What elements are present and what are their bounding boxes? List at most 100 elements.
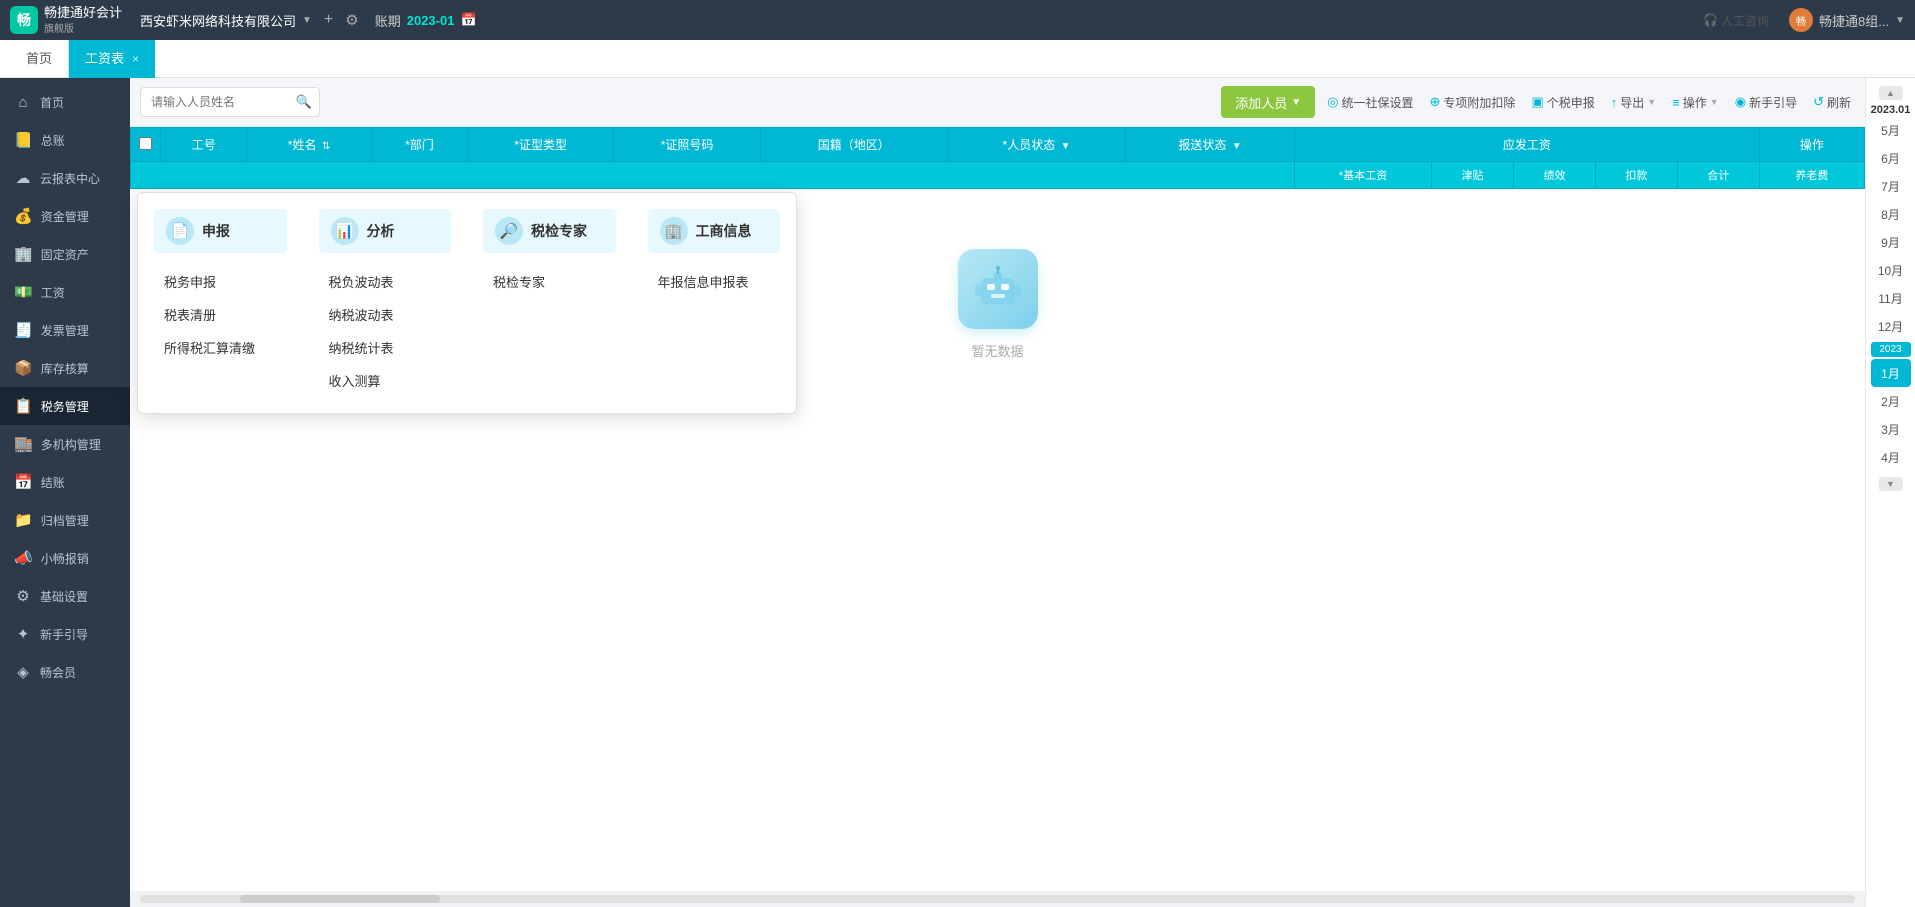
th-report-status[interactable]: 报送状态 ▼ [1126, 128, 1295, 162]
sidebar-item-salary[interactable]: 💵 工资 [0, 273, 130, 311]
tab-close-icon[interactable]: × [132, 40, 139, 78]
business-info-header-icon: 🏢 [660, 217, 688, 245]
add-person-label: 添加人员 [1235, 93, 1287, 112]
calendar-down-arrow[interactable]: ▼ [1879, 477, 1903, 491]
sidebar-item-multiorg[interactable]: 🏬 多机构管理 [0, 425, 130, 463]
popup-header-analysis: 📊 分析 [319, 209, 452, 253]
settings-icon[interactable]: ⚙ [345, 11, 358, 29]
th-checkbox[interactable] [131, 128, 161, 162]
th-name[interactable]: *姓名 ⇅ [247, 128, 372, 162]
company-selector[interactable]: 西安虾米网络科技有限公司 ▼ [140, 11, 312, 30]
tax-return-label: 个税申报 [1547, 94, 1595, 111]
sidebar-item-guide[interactable]: ✦ 新手引导 [0, 615, 130, 653]
sidebar-item-inventory[interactable]: 📦 库存核算 [0, 349, 130, 387]
month-2[interactable]: 2月 [1871, 387, 1911, 415]
filter-status-icon[interactable]: ▼ [1061, 141, 1071, 152]
sidebar-item-invoice[interactable]: 🧾 发票管理 [0, 311, 130, 349]
popup-item-tax-expert[interactable]: 税检专家 [483, 265, 616, 298]
popup-item-tax-payment-fluctuation[interactable]: 纳税波动表 [319, 298, 452, 331]
popup-item-tax-stats[interactable]: 纳税统计表 [319, 331, 452, 364]
month-4[interactable]: 4月 [1871, 443, 1911, 471]
search-wrap: 🔍 [140, 87, 320, 117]
sidebar-label-settings: 基础设置 [40, 588, 88, 605]
company-dropdown-arrow[interactable]: ▼ [302, 15, 312, 26]
month-9[interactable]: 9月 [1871, 228, 1911, 256]
action-operation[interactable]: ≡ 操作 ▼ [1668, 94, 1723, 111]
month-1[interactable]: 1月 [1871, 359, 1911, 387]
sidebar-item-member[interactable]: ◈ 畅会员 [0, 653, 130, 691]
tab-salary[interactable]: 工资表 × [69, 40, 155, 78]
add-person-button[interactable]: 添加人员 ▼ [1221, 86, 1315, 118]
month-3[interactable]: 3月 [1871, 415, 1911, 443]
user-dropdown-arrow[interactable]: ▼ [1895, 15, 1905, 26]
popup-header-business-info: 🏢 工商信息 [648, 209, 781, 253]
popup-item-income-estimate[interactable]: 收入测算 [319, 364, 452, 397]
scrollbar-track[interactable] [140, 895, 1855, 903]
export-arrow[interactable]: ▼ [1647, 97, 1656, 107]
popup-item-income-tax-settlement[interactable]: 所得税汇算清缴 [154, 331, 287, 364]
period-label: 账期 [375, 11, 401, 30]
sidebar-item-tax[interactable]: 📋 税务管理 [0, 387, 130, 425]
th-base-salary: *基本工资 [1294, 162, 1431, 189]
action-export[interactable]: ↑ 导出 ▼ [1607, 94, 1660, 111]
month-12[interactable]: 12月 [1871, 312, 1911, 340]
prev-year-label: 2023.01 [1871, 104, 1911, 116]
sidebar-item-close[interactable]: 📅 结账 [0, 463, 130, 501]
customer-service[interactable]: 🎧 人工咨询 [1699, 12, 1773, 29]
th-status[interactable]: *人员状态 ▼ [947, 128, 1125, 162]
popup-item-annual-report[interactable]: 年报信息申报表 [648, 265, 781, 298]
popup-columns: 📄 申报 税务申报 税表清册 所得税汇算清缴 📊 分析 税负波动表 纳税波动表 … [138, 193, 796, 397]
declaration-header-icon: 📄 [166, 217, 194, 245]
calendar-up-arrow[interactable]: ▲ [1879, 86, 1903, 100]
analysis-header-icon: 📊 [331, 217, 359, 245]
cloud-icon: ☁ [14, 169, 32, 187]
operation-icon: ≡ [1672, 95, 1680, 110]
operation-arrow[interactable]: ▼ [1710, 97, 1719, 107]
select-all-checkbox[interactable] [139, 137, 152, 150]
sidebar-item-marketing[interactable]: 📣 小畅报销 [0, 539, 130, 577]
scrollbar-thumb[interactable] [240, 895, 440, 903]
sidebar-label-archive: 归档管理 [41, 512, 89, 529]
month-10[interactable]: 10月 [1871, 256, 1911, 284]
search-input[interactable] [140, 87, 320, 117]
close-period-icon: 📅 [14, 473, 33, 491]
filter-report-icon[interactable]: ▼ [1232, 141, 1242, 152]
tab-home[interactable]: 首页 [10, 40, 69, 78]
period-value: 2023-01 [407, 13, 455, 28]
th-nation: 国籍（地区） [760, 128, 947, 162]
sidebar-item-home[interactable]: ⌂ 首页 [0, 84, 130, 121]
month-5[interactable]: 5月 [1871, 116, 1911, 144]
month-6[interactable]: 6月 [1871, 144, 1911, 172]
sidebar-item-settings[interactable]: ⚙ 基础设置 [0, 577, 130, 615]
sidebar-item-assets[interactable]: 🏢 固定资产 [0, 235, 130, 273]
sidebar-item-ledger[interactable]: 📒 总账 [0, 121, 130, 159]
multiorg-icon: 🏬 [14, 435, 33, 453]
user-area[interactable]: 畅 畅捷通8组... ▼ [1789, 8, 1905, 32]
sidebar-item-funds[interactable]: 💰 资金管理 [0, 197, 130, 235]
sidebar-item-archive[interactable]: 📁 归档管理 [0, 501, 130, 539]
calendar-nav-up: ▲ [1879, 86, 1903, 100]
sort-name-icon[interactable]: ⇅ [322, 141, 330, 152]
action-refresh[interactable]: ↺ 刷新 [1809, 94, 1855, 111]
action-social-security[interactable]: ◎ 统一社保设置 [1323, 94, 1417, 111]
horizontal-scrollbar[interactable] [130, 891, 1865, 907]
inventory-icon: 📦 [14, 359, 33, 377]
action-special-deduction[interactable]: ⊕ 专项附加扣除 [1426, 94, 1520, 111]
sidebar-label-member: 畅会员 [40, 664, 76, 681]
popup-item-tax-burden[interactable]: 税负波动表 [319, 265, 452, 298]
calendar-icon[interactable]: 📅 [460, 12, 476, 28]
add-icon[interactable]: + [324, 11, 333, 29]
action-tax-return[interactable]: ▣ 个税申报 [1527, 94, 1598, 111]
th-spacer [131, 162, 1295, 189]
month-11[interactable]: 11月 [1871, 284, 1911, 312]
popup-item-tax-return[interactable]: 税务申报 [154, 265, 287, 298]
action-guide[interactable]: ◉ 新手引导 [1731, 94, 1801, 111]
top-bar: 畅 畅捷通好会计 旗舰版 西安虾米网络科技有限公司 ▼ + ⚙ 账期 2023-… [0, 0, 1915, 40]
invoice-icon: 🧾 [14, 321, 33, 339]
popup-col-declaration: 📄 申报 税务申报 税表清册 所得税汇算清缴 [138, 193, 303, 397]
popup-item-tax-register[interactable]: 税表清册 [154, 298, 287, 331]
sidebar-item-cloud[interactable]: ☁ 云报表中心 [0, 159, 130, 197]
add-person-dropdown-arrow[interactable]: ▼ [1291, 97, 1301, 108]
month-7[interactable]: 7月 [1871, 172, 1911, 200]
month-8[interactable]: 8月 [1871, 200, 1911, 228]
